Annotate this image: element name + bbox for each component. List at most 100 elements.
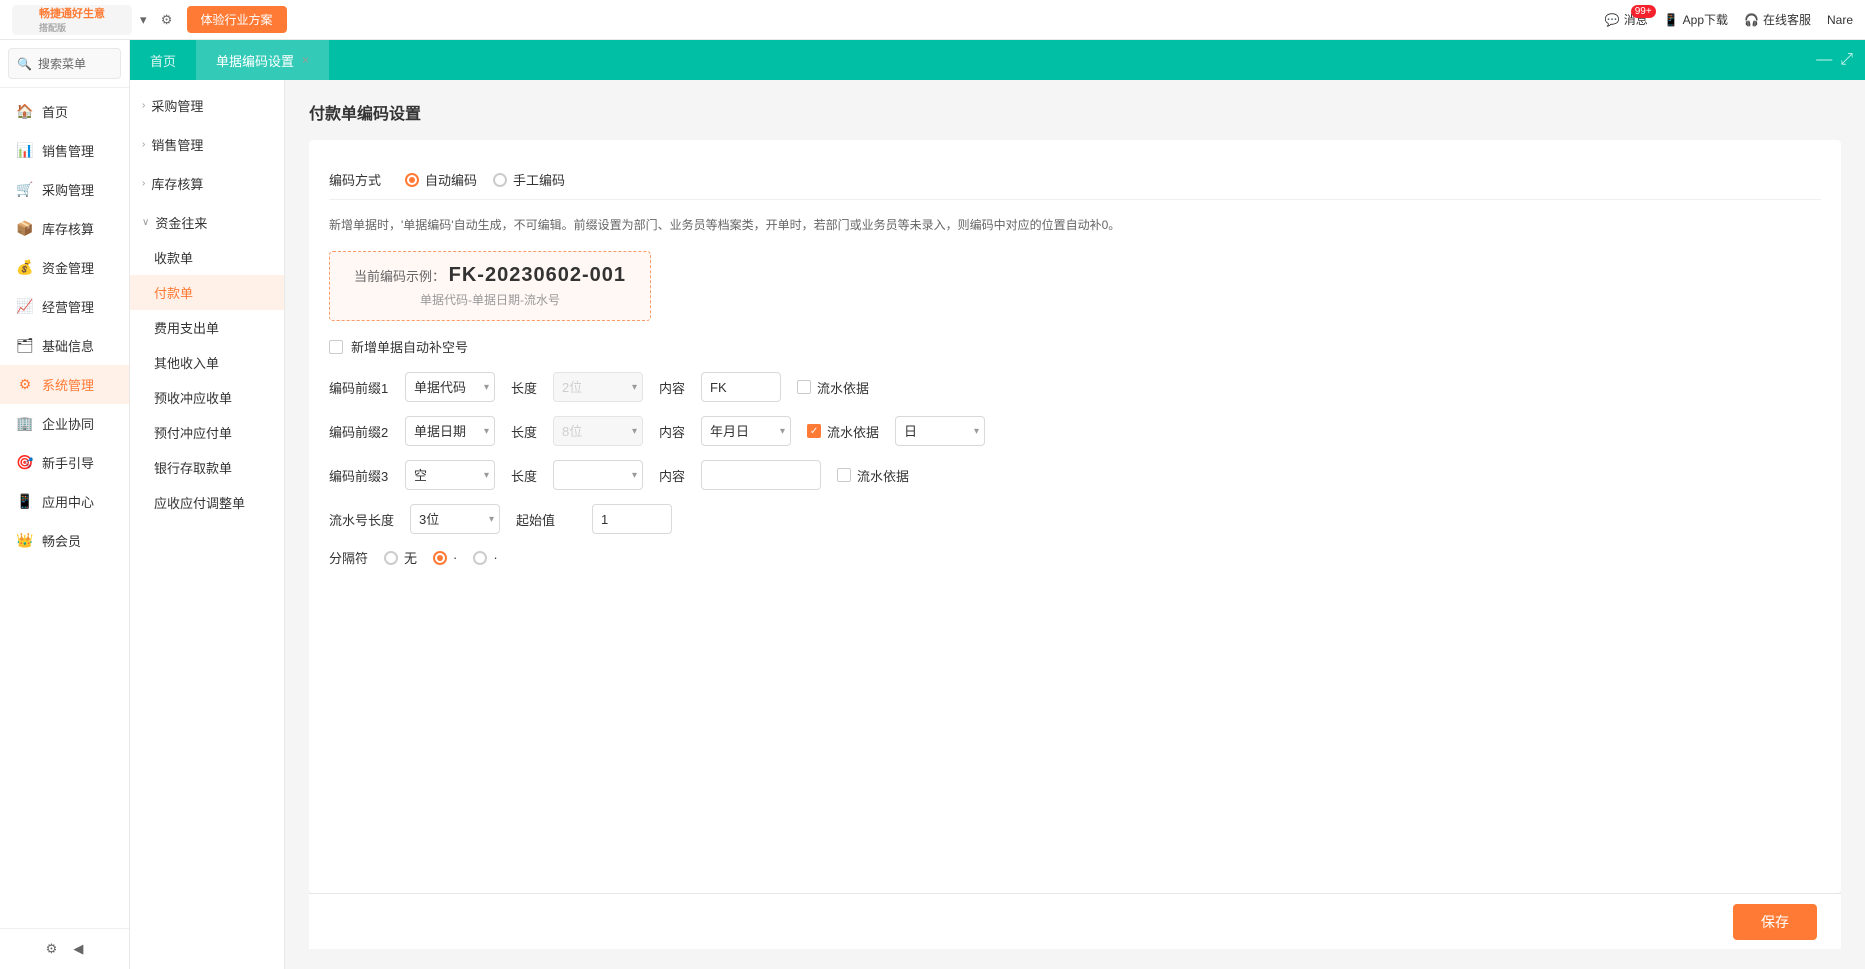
main-area: 首页 单据编码设置 × — ⤢ › 采购管理 — [130, 40, 1865, 969]
tab-close-icon[interactable]: × — [302, 53, 309, 67]
sidebar-item-app-center[interactable]: 📱 应用中心 — [0, 482, 129, 521]
separator-row: 分隔符 无 · · — [329, 548, 1821, 567]
stream3-checkbox[interactable] — [837, 468, 851, 482]
page-content: 付款单编码设置 编码方式 自动编码 手工编码 — [285, 80, 1865, 969]
save-button[interactable]: 保存 — [1733, 904, 1817, 940]
main-layout: 🔍 搜索菜单 🏠 首页 📊 销售管理 🛒 采购管理 📦 库存核算 💰 — [0, 40, 1865, 969]
tab-encoding-settings[interactable]: 单据编码设置 × — [196, 40, 329, 80]
prefix2-select[interactable]: 单据日期 — [405, 416, 495, 446]
sidebar-item-guide[interactable]: 🎯 新手引导 — [0, 443, 129, 482]
sidebar-item-operations[interactable]: 📈 经营管理 — [0, 287, 129, 326]
operations-icon: 📈 — [16, 298, 34, 316]
search-menu-button[interactable]: 🔍 搜索菜单 — [8, 48, 121, 79]
sub-item-expense[interactable]: 费用支出单 — [130, 310, 284, 345]
minimize-icon[interactable]: — — [1816, 51, 1832, 69]
sep-dash-radio[interactable] — [473, 551, 487, 565]
length1-select[interactable]: 2位 — [553, 372, 643, 402]
prefix3-label: 编码前缀3 — [329, 466, 389, 485]
prefix3-select-wrapper: 空 ▾ — [405, 460, 495, 490]
sidebar-item-enterprise[interactable]: 🏢 企业协同 — [0, 404, 129, 443]
prefix2-label: 编码前缀2 — [329, 422, 389, 441]
sub-group-sales-title[interactable]: › 销售管理 — [130, 127, 284, 162]
content3-label: 内容 — [659, 466, 685, 485]
sidebar-label-guide: 新手引导 — [42, 453, 94, 472]
auto-code-radio[interactable] — [405, 173, 419, 187]
main-tab-bar: 首页 单据编码设置 × — ⤢ — [130, 40, 1865, 80]
online-service-button[interactable]: 🎧 在线客服 — [1744, 11, 1811, 28]
sidebar-item-home[interactable]: 🏠 首页 — [0, 92, 129, 131]
sidebar-label-operations: 经营管理 — [42, 297, 94, 316]
settings-icon[interactable]: ⚙ — [155, 8, 179, 32]
sidebar-item-inventory[interactable]: 📦 库存核算 — [0, 209, 129, 248]
bottom-bar: 保存 — [309, 893, 1841, 949]
sidebar-search-section: 🔍 搜索菜单 — [0, 40, 129, 88]
content2-select[interactable]: 年月日 — [701, 416, 791, 446]
sep-dash-option[interactable]: · — [473, 550, 497, 565]
length2-select[interactable]: 8位 — [553, 416, 643, 446]
content1-input[interactable] — [701, 372, 781, 402]
content2-select-wrapper: 年月日 ▾ — [701, 416, 791, 446]
app-download-button[interactable]: 📱 App下载 — [1664, 11, 1728, 28]
sub-group-funds-label: 资金往来 — [155, 213, 207, 232]
sidebar-label-basic: 基础信息 — [42, 336, 94, 355]
message-button[interactable]: 💬 消息 99+ — [1605, 11, 1648, 28]
settings-bottom-button[interactable]: ⚙ — [42, 937, 62, 961]
sidebar-item-sales[interactable]: 📊 销售管理 — [0, 131, 129, 170]
length3-select[interactable] — [553, 460, 643, 490]
manual-code-radio[interactable] — [493, 173, 507, 187]
headset-icon: 🎧 — [1744, 13, 1759, 27]
sep-none-radio[interactable] — [384, 551, 398, 565]
start-value-input[interactable]: 1 — [592, 504, 672, 534]
example-label-text: 当前编码示例： — [354, 269, 445, 284]
sidebar-item-assets[interactable]: 💰 资金管理 — [0, 248, 129, 287]
prefix1-select[interactable]: 单据代码 — [405, 372, 495, 402]
length2-select-wrapper: 8位 ▾ — [553, 416, 643, 446]
sub-item-pre-payment[interactable]: 预付冲应付单 — [130, 415, 284, 450]
system-icon: ⚙ — [16, 376, 34, 394]
content3-input[interactable] — [701, 460, 821, 490]
sub-group-funds-title[interactable]: ∨ 资金往来 — [130, 205, 284, 240]
sep-dot-label: · — [453, 550, 457, 565]
sep-dot-option[interactable]: · — [433, 550, 457, 565]
dropdown-arrow[interactable]: ▾ — [140, 12, 147, 28]
auto-fill-checkbox[interactable] — [329, 340, 343, 354]
day-select[interactable]: 日 月 年 — [895, 416, 985, 446]
sub-item-bank[interactable]: 银行存取款单 — [130, 450, 284, 485]
encoding-method-label: 编码方式 — [329, 170, 381, 189]
sidebar-item-member[interactable]: 👑 畅会员 — [0, 521, 129, 560]
sidebar-item-basic[interactable]: 🗂 基础信息 — [0, 326, 129, 365]
sep-dot-radio[interactable] — [433, 551, 447, 565]
sidebar-item-purchase[interactable]: 🛒 采购管理 — [0, 170, 129, 209]
purchase-icon: 🛒 — [16, 181, 34, 199]
auto-code-option[interactable]: 自动编码 — [405, 170, 477, 189]
sidebar-item-system[interactable]: ⚙ 系统管理 — [0, 365, 129, 404]
length1-label: 长度 — [511, 378, 537, 397]
serial-select[interactable]: 3位 4位 5位 — [410, 504, 500, 534]
sep-none-option[interactable]: 无 — [384, 548, 417, 567]
sub-item-other-income[interactable]: 其他收入单 — [130, 345, 284, 380]
collapse-sidebar-button[interactable]: ◀ — [69, 937, 87, 961]
sidebar-label-home: 首页 — [42, 102, 68, 121]
sub-group-inventory-title[interactable]: › 库存核算 — [130, 166, 284, 201]
sub-group-inventory: › 库存核算 — [130, 166, 284, 201]
content2-label: 内容 — [659, 422, 685, 441]
stream2-checkbox[interactable]: ✓ — [807, 424, 821, 438]
enterprise-icon: 🏢 — [16, 415, 34, 433]
search-icon: 🔍 — [17, 57, 32, 71]
tab-home[interactable]: 首页 — [130, 40, 196, 80]
stream1-checkbox[interactable] — [797, 380, 811, 394]
user-menu[interactable]: Nare — [1827, 13, 1853, 27]
prefix3-select[interactable]: 空 — [405, 460, 495, 490]
trial-button[interactable]: 体验行业方案 — [187, 6, 287, 33]
sidebar-label-sales: 销售管理 — [42, 141, 94, 160]
expand-icon[interactable]: ⤢ — [1840, 51, 1853, 69]
serial-row: 流水号长度 3位 4位 5位 ▾ 起始值 1 — [329, 504, 1821, 534]
manual-code-option[interactable]: 手工编码 — [493, 170, 565, 189]
sub-item-pre-receipt[interactable]: 预收冲应收单 — [130, 380, 284, 415]
sub-item-receipt[interactable]: 收款单 — [130, 240, 284, 275]
code-preview-box: 当前编码示例： FK-20230602-001 单据代码-单据日期-流水号 — [329, 251, 651, 321]
sub-group-purchase-title[interactable]: › 采购管理 — [130, 88, 284, 123]
sub-item-adjust[interactable]: 应收应付调整单 — [130, 485, 284, 520]
sub-item-payment[interactable]: 付款单 — [130, 275, 284, 310]
page-title: 付款单编码设置 — [309, 100, 1841, 124]
